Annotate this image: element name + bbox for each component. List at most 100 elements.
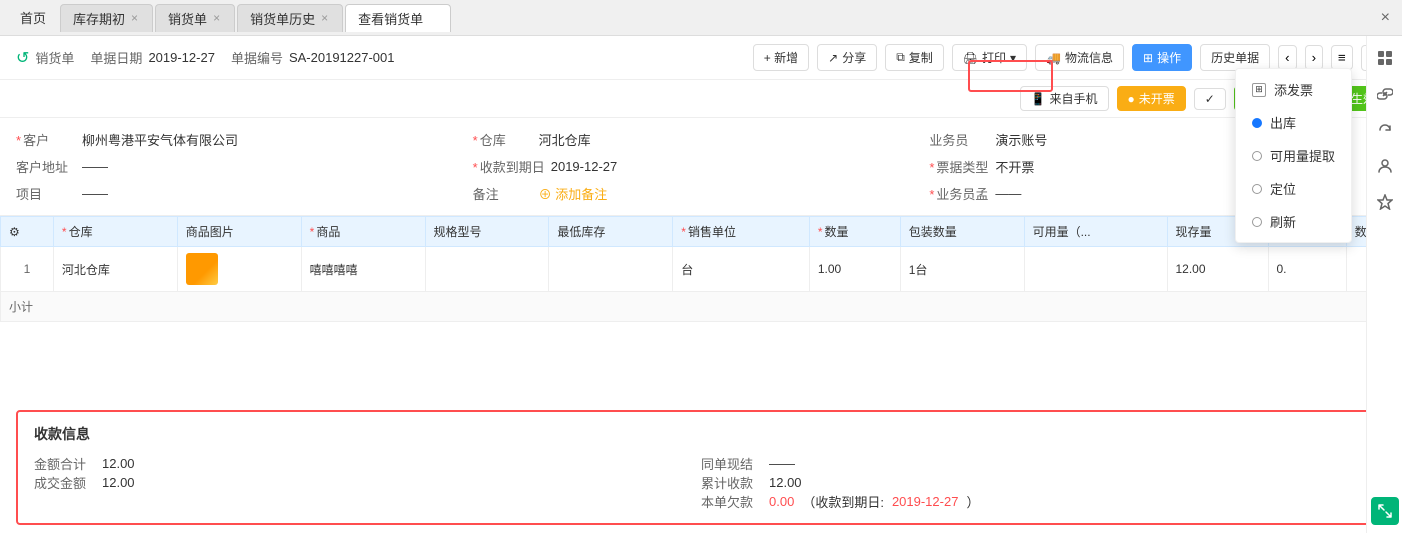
amount-total-value: 12.00 [102,456,135,471]
check-button[interactable]: ✓ [1194,88,1226,110]
col-available: 可用量（... [1024,217,1167,247]
address-row: 客户地址 —— [16,157,473,176]
print-dropdown-icon: ▾ [1010,51,1016,65]
payment-info: 收款信息 金额合计 12.00 成交金额 12.00 同单现结 —— [16,410,1386,525]
print-button[interactable]: 🖨 打印 ▾ [952,44,1027,71]
table-header-row: ⚙ 仓库 商品图片 商品 规格型号 最低库存 销售单位 数量 包装数量 可用量（… [1,217,1402,247]
tab-sales-order-close[interactable]: × [211,11,222,25]
phone-icon: 📱 [1031,92,1046,106]
payment-info-title: 收款信息 [34,424,1368,444]
tab-bar: 首页 库存期初 × 销货单 × 销货单历史 × 查看销货单 × × [0,0,1402,36]
dropdown-outbound[interactable]: 出库 [1236,106,1351,139]
col-warehouse: 仓库 [53,217,177,247]
tab-sales-order[interactable]: 销货单 × [155,4,235,32]
doc-actions: + 新增 ↗ 分享 ⧉ 复制 🖨 打印 ▾ 🚚 物流信息 [753,44,1386,71]
sub-action-bar: 📱 来自手机 ● 未开票 ✓ ✓ 已核销 ✓ 已生效 [0,80,1402,118]
add-note-button[interactable]: ⊕ 添加备注 [539,184,608,203]
dropdown-locate[interactable]: 定位 [1236,172,1351,205]
warehouse-value: 河北仓库 [539,130,591,149]
address-label: 客户地址 [16,157,76,176]
col-min-stock: 最低库存 [549,217,673,247]
tab-inventory-init[interactable]: 库存期初 × [60,4,153,32]
print-icon: 🖨 [963,51,978,65]
sidebar-refresh-icon[interactable] [1371,116,1399,144]
owed-date: 2019-12-27 [892,494,959,509]
dropdown-refresh[interactable]: 刷新 [1236,205,1351,238]
row-product: 嘻嘻嘻嘻 [301,247,425,292]
from-phone-button[interactable]: 📱 来自手机 [1020,86,1109,111]
copy-icon: ⧉ [896,50,905,65]
cumulative-label: 累计收款 [701,473,761,492]
operate-button[interactable]: ⊞ 操作 [1132,44,1192,71]
share-icon: ↗ [828,51,838,65]
copy-button[interactable]: ⧉ 复制 [885,44,944,71]
deal-amount-value: 12.00 [102,475,135,490]
table-row: 1 河北仓库 嘻嘻嘻嘻 台 1.00 1台 12.00 0. [1,247,1402,292]
sidebar-user-icon[interactable] [1371,152,1399,180]
sidebar-table-icon[interactable] [1371,44,1399,72]
tab-view-sales-close[interactable]: × [427,11,438,25]
product-image [186,253,218,285]
layout1-button[interactable]: ≡ [1331,45,1353,70]
col-unit: 销售单位 [673,217,810,247]
row-available [1024,247,1167,292]
sidebar-link-icon[interactable] [1371,80,1399,108]
next-button[interactable]: › [1305,45,1323,70]
gear-icon[interactable]: ⚙ [9,225,20,239]
row-number: 1 [1,247,54,292]
tab-home-label: 首页 [20,8,46,27]
doc-title-text: 销货单 [35,48,74,67]
history-button[interactable]: 历史单据 [1200,44,1270,71]
owed-note2: ） [966,492,979,511]
amount-total-label: 金额合计 [34,454,94,473]
dropdown-add-invoice[interactable]: ⊞ 添发票 [1236,73,1351,106]
col-qty: 数量 [809,217,900,247]
deal-amount-row: 成交金额 12.00 [34,473,701,492]
doc-number-label: 单据编号 [231,48,283,67]
row-spec [425,247,549,292]
dropdown-available-extract-label: 可用量提取 [1270,146,1335,165]
sidebar-star-icon[interactable] [1371,188,1399,216]
dropdown-locate-label: 定位 [1270,179,1296,198]
tab-view-sales[interactable]: 查看销货单 × [345,4,451,32]
share-button[interactable]: ↗ 分享 [817,44,877,71]
col-spec: 规格型号 [425,217,549,247]
logistics-button[interactable]: 🚚 物流信息 [1035,44,1124,71]
customer-label: 客户 [16,130,76,149]
owed-note: （收款到期日: [802,492,884,511]
dropdown-available-extract[interactable]: 可用量提取 [1236,139,1351,172]
row-unit: 台 [673,247,810,292]
main-content: ↺ 销货单 单据日期 2019-12-27 单据编号 SA-20191227-0… [0,36,1402,533]
cumulative-row: 累计收款 12.00 [701,473,1368,492]
tab-inventory-init-close[interactable]: × [129,11,140,25]
address-value: —— [82,159,108,174]
project-label: 项目 [16,184,76,203]
ticket-type-label: 票据类型 [929,157,989,176]
row-price: 0. [1268,247,1346,292]
staff2-label: 业务员孟 [929,184,989,203]
doc-date-label: 单据日期 [90,48,142,67]
not-opened-button[interactable]: ● 未开票 [1117,86,1186,111]
new-button[interactable]: + 新增 [753,44,809,71]
table-container: ⚙ 仓库 商品图片 商品 规格型号 最低库存 销售单位 数量 包装数量 可用量（… [0,215,1402,402]
row-img [177,247,301,292]
form-area: 客户 柳州粤港平安气体有限公司 仓库 河北仓库 业务员 演示账号 客户地址 ——… [0,118,1402,215]
tab-home[interactable]: 首页 [8,4,58,32]
owed-label: 本单欠款 [701,492,761,511]
tab-inventory-init-label: 库存期初 [73,9,125,28]
payment-date-label: 收款到期日 [473,157,545,176]
warehouse-label: 仓库 [473,130,533,149]
tab-sales-order-label: 销货单 [168,9,207,28]
tab-sales-history-close[interactable]: × [319,11,330,25]
locate-icon [1252,184,1262,194]
tab-sales-history[interactable]: 销货单历史 × [237,4,343,32]
row-pack-qty: 1台 [900,247,1024,292]
doc-date-value: 2019-12-27 [148,50,215,65]
window-close-button[interactable]: × [1381,9,1390,27]
staff2-value: —— [995,186,1021,201]
dropdown-refresh-label: 刷新 [1270,212,1296,231]
project-row: 项目 —— [16,184,473,203]
owed-row: 本单欠款 0.00 （收款到期日: 2019-12-27 ） [701,492,1368,511]
prev-button[interactable]: ‹ [1278,45,1296,70]
sidebar-expand-icon[interactable] [1371,497,1399,525]
